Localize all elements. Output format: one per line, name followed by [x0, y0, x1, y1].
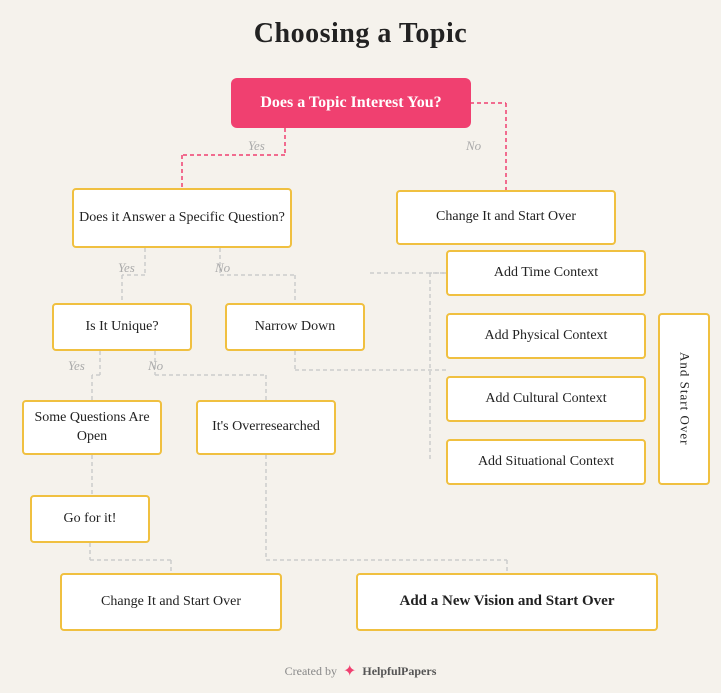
no1-label: No: [466, 138, 481, 154]
footer-brand: HelpfulPapers: [362, 664, 436, 679]
physical-node: Add Physical Context: [446, 313, 646, 359]
open-node: Some Questions Are Open: [22, 400, 162, 455]
and-start-node: And Start Over: [658, 313, 710, 485]
page-title: Choosing a Topic: [0, 0, 721, 50]
situational-node: Add Situational Context: [446, 439, 646, 485]
footer: Created by ✦ HelpfulPapers: [0, 661, 721, 681]
narrow-node: Narrow Down: [225, 303, 365, 351]
over-node: It's Overresearched: [196, 400, 336, 455]
unique-node: Is It Unique?: [52, 303, 192, 351]
no2-label: No: [215, 260, 230, 276]
page-container: Choosing a Topic: [0, 0, 721, 693]
change-top-node: Change It and Start Over: [396, 190, 616, 245]
footer-created: Created by: [285, 664, 337, 679]
no3-label: No: [148, 358, 163, 374]
yes3-label: Yes: [68, 358, 85, 374]
cultural-node: Add Cultural Context: [446, 376, 646, 422]
yes2-label: Yes: [118, 260, 135, 276]
change-bot-node: Change It and Start Over: [60, 573, 282, 631]
footer-icon: ✦: [343, 661, 356, 681]
new-vision-node: Add a New Vision and Start Over: [356, 573, 658, 631]
time-node: Add Time Context: [446, 250, 646, 296]
yes1-label: Yes: [248, 138, 265, 154]
start-node: Does a Topic Interest You?: [231, 78, 471, 128]
specific-node: Does it Answer a Specific Question?: [72, 188, 292, 248]
goforit-node: Go for it!: [30, 495, 150, 543]
